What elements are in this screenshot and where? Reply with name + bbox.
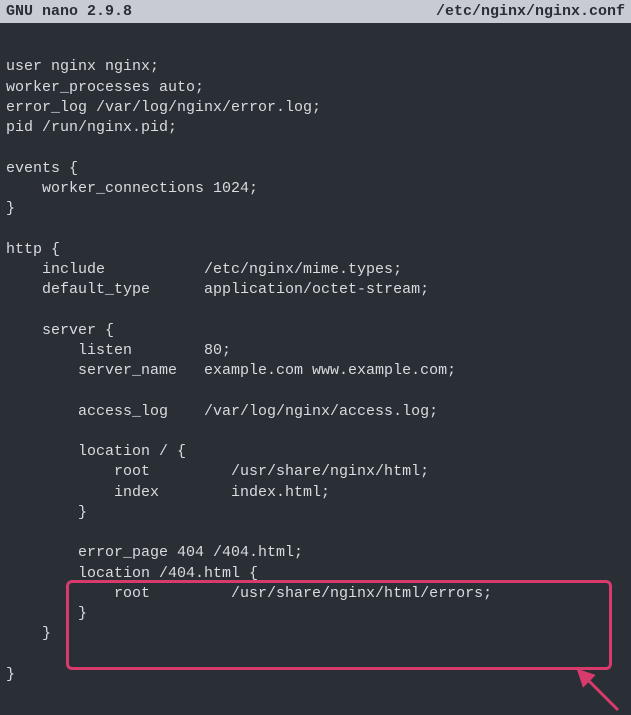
code-line: root /usr/share/nginx/html; [6, 463, 429, 480]
code-line: pid /run/nginx.pid; [6, 119, 177, 136]
code-line: } [6, 504, 87, 521]
code-line: access_log /var/log/nginx/access.log; [6, 403, 438, 420]
editor-titlebar: GNU nano 2.9.8 /etc/nginx/nginx.conf [0, 0, 631, 23]
code-line: error_log /var/log/nginx/error.log; [6, 99, 321, 116]
code-line: } [6, 666, 15, 683]
code-line: server_name example.com www.example.com; [6, 362, 456, 379]
code-line: listen 80; [6, 342, 231, 359]
code-line: index index.html; [6, 484, 330, 501]
editor-app-name: GNU nano 2.9.8 [6, 3, 132, 20]
code-line: } [6, 625, 51, 642]
code-line: events { [6, 160, 78, 177]
code-line: location / { [6, 443, 186, 460]
code-line: user nginx nginx; [6, 58, 159, 75]
code-line: } [6, 605, 87, 622]
editor-content[interactable]: user nginx nginx; worker_processes auto;… [0, 37, 631, 685]
code-line: worker_processes auto; [6, 79, 204, 96]
code-line: include /etc/nginx/mime.types; [6, 261, 402, 278]
code-line: worker_connections 1024; [6, 180, 258, 197]
code-line: location /404.html { [6, 565, 258, 582]
code-line: http { [6, 241, 60, 258]
code-line: root /usr/share/nginx/html/errors; [6, 585, 492, 602]
code-line: } [6, 200, 15, 217]
code-line: server { [6, 322, 114, 339]
code-line: error_page 404 /404.html; [6, 544, 303, 561]
code-line: default_type application/octet-stream; [6, 281, 429, 298]
editor-filepath: /etc/nginx/nginx.conf [436, 3, 625, 20]
